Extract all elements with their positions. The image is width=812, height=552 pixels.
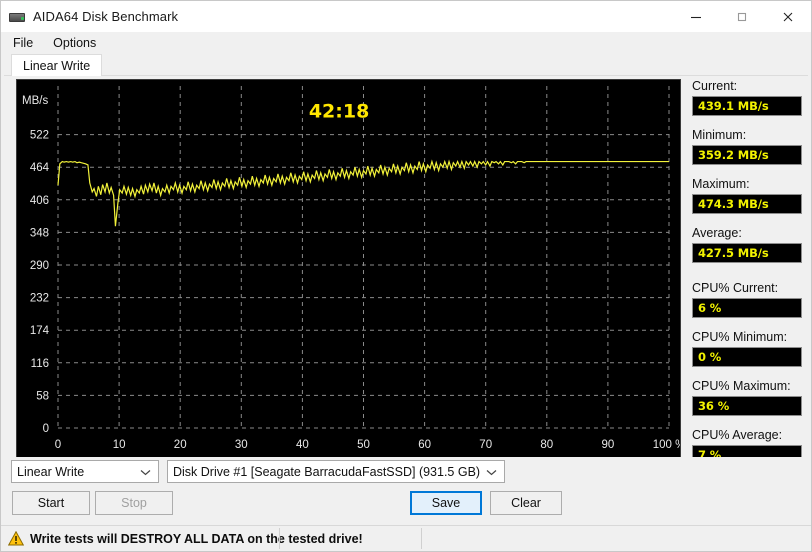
start-button[interactable]: Start: [12, 491, 90, 515]
y-tick-label: 464: [30, 162, 50, 174]
y-tick-label: 232: [30, 293, 49, 305]
chevron-down-icon: [486, 465, 497, 479]
save-button[interactable]: Save: [410, 491, 482, 515]
stat-label-average: Average:: [692, 226, 742, 240]
title-bar: AIDA64 Disk Benchmark: [1, 1, 811, 32]
drive-select-value: Disk Drive #1 [Seagate BarracudaFastSSD]…: [173, 464, 481, 479]
aida64-disk-benchmark-window: AIDA64 Disk Benchmark File Options Linea…: [0, 0, 812, 552]
stat-value-average: 427.5 MB/s: [692, 243, 802, 263]
tab-strip: Linear Write: [4, 54, 808, 76]
x-tick-label: 30: [235, 439, 248, 451]
stat-value-cpu-current: 6 %: [692, 298, 802, 318]
test-type-value: Linear Write: [17, 464, 85, 479]
y-tick-label: 174: [30, 325, 50, 337]
x-tick-label: 10: [113, 439, 126, 451]
status-separator: [279, 528, 280, 549]
stop-button: Stop: [95, 491, 173, 515]
stat-label-current: Current:: [692, 79, 738, 93]
elapsed-timer: 42:18: [309, 101, 369, 123]
stat-value-cpu-maximum: 36 %: [692, 396, 802, 416]
x-tick-label: 70: [479, 439, 492, 451]
minimize-icon[interactable]: [673, 1, 719, 32]
y-tick-label: 58: [36, 390, 49, 402]
y-tick-label: 522: [30, 130, 49, 142]
controls-bar: Linear Write Disk Drive #1 [Seagate Barr…: [1, 457, 811, 525]
test-type-dropdown[interactable]: Linear Write: [11, 460, 159, 483]
stat-label-cpu-maximum: CPU% Maximum:: [692, 379, 791, 393]
x-tick-label: 0: [55, 439, 61, 451]
warning-triangle-icon: [7, 530, 25, 546]
y-tick-label: 116: [31, 358, 49, 370]
window-title: AIDA64 Disk Benchmark: [33, 9, 179, 24]
status-bar: Write tests will DESTROY ALL DATA on the…: [1, 525, 811, 551]
y-tick-label: 406: [30, 195, 49, 207]
stat-label-minimum: Minimum:: [692, 128, 747, 142]
stat-label-cpu-minimum: CPU% Minimum:: [692, 330, 788, 344]
y-tick-label: 290: [30, 260, 49, 272]
stat-value-minimum: 359.2 MB/s: [692, 145, 802, 165]
clear-button[interactable]: Clear: [490, 491, 562, 515]
warning-message: Write tests will DESTROY ALL DATA on the…: [30, 531, 363, 546]
stat-label-cpu-average: CPU% Average:: [692, 428, 783, 442]
stat-value-current: 439.1 MB/s: [692, 96, 802, 116]
menu-item-options[interactable]: Options: [49, 34, 105, 52]
disk-drive-icon: [9, 9, 25, 25]
x-tick-label: 60: [418, 439, 431, 451]
x-tick-label: 40: [296, 439, 309, 451]
tab-linear-write[interactable]: Linear Write: [11, 54, 103, 76]
x-tick-label: 20: [174, 439, 187, 451]
drive-select-dropdown[interactable]: Disk Drive #1 [Seagate BarracudaFastSSD]…: [167, 460, 505, 483]
menu-bar: File Options: [1, 32, 811, 54]
status-separator: [421, 528, 422, 549]
maximize-icon[interactable]: [719, 1, 765, 32]
x-tick-label: 100 %: [653, 439, 680, 451]
x-tick-label: 80: [540, 439, 553, 451]
y-axis-title: MB/s: [22, 95, 48, 107]
stat-label-maximum: Maximum:: [692, 177, 750, 191]
chart-canvas: 0 58 116 174 232 290 348 406 464 522 0 10 20 30 40 50 60…: [22, 86, 680, 451]
benchmark-chart: 0 58 116 174 232 290 348 406 464 522 0 10 20 30 40 50 60…: [16, 79, 681, 464]
main-content: 0 58 116 174 232 290 348 406 464 522 0 10 20 30 40 50 60…: [1, 76, 811, 520]
window-controls: [673, 1, 811, 32]
close-icon[interactable]: [765, 1, 811, 32]
chevron-down-icon: [140, 465, 151, 479]
menu-item-file[interactable]: File: [9, 34, 42, 52]
stat-value-cpu-minimum: 0 %: [692, 347, 802, 367]
stat-value-maximum: 474.3 MB/s: [692, 194, 802, 214]
stat-label-cpu-current: CPU% Current:: [692, 281, 779, 295]
x-tick-label: 90: [602, 439, 615, 451]
y-tick-label: 0: [43, 423, 49, 435]
x-tick-label: 50: [357, 439, 370, 451]
y-tick-label: 348: [30, 227, 49, 239]
